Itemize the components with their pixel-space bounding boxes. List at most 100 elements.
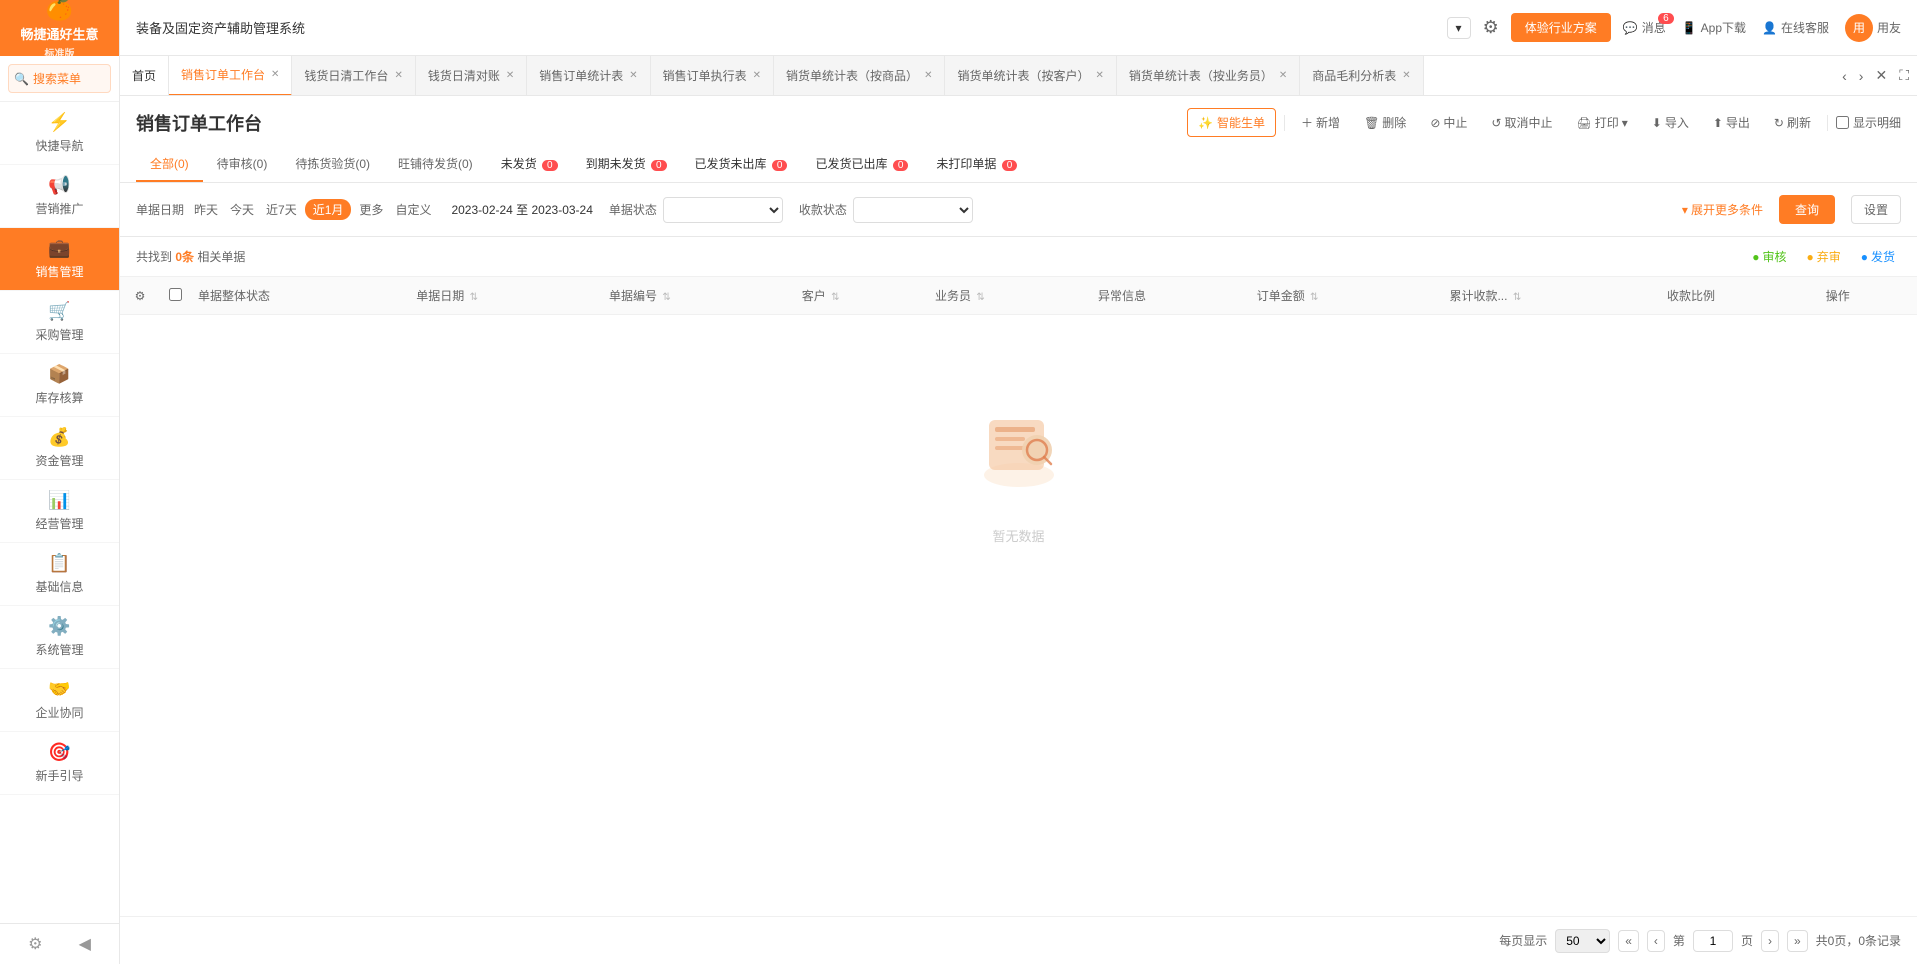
- collapse-button[interactable]: ◀: [79, 934, 91, 954]
- tab-cash-daily-close[interactable]: ✕: [394, 70, 402, 81]
- system-icon: ⚙️: [48, 616, 70, 637]
- settings-button[interactable]: ⚙: [28, 934, 42, 954]
- import-button[interactable]: ⬇ 导入: [1644, 110, 1697, 135]
- first-page-button[interactable]: «: [1618, 930, 1639, 952]
- audit-button[interactable]: ● 审核: [1746, 245, 1792, 268]
- tab-cash-reconcile[interactable]: 钱货日清对账 ✕: [416, 56, 527, 96]
- sidebar-item-system[interactable]: ⚙️ 系统管理: [0, 606, 119, 669]
- query-button[interactable]: 查询: [1779, 195, 1835, 224]
- tab-scroll-right[interactable]: ›: [1855, 66, 1868, 86]
- tab-product-margin[interactable]: 商品毛利分析表 ✕: [1300, 56, 1423, 96]
- sidebar-search[interactable]: 🔍 搜索菜单: [0, 56, 119, 102]
- expand-conditions-button[interactable]: ▾ 展开更多条件: [1682, 201, 1763, 218]
- add-button[interactable]: ＋ 新增: [1293, 110, 1348, 135]
- tab-home[interactable]: 首页: [120, 56, 169, 96]
- select-all-checkbox[interactable]: [169, 288, 182, 301]
- tab-sales-workbench-close[interactable]: ✕: [271, 69, 279, 80]
- sidebar-item-finance[interactable]: 💰 资金管理: [0, 417, 119, 480]
- sidebar-item-guide[interactable]: 🎯 新手引导: [0, 732, 119, 795]
- receipt-status-select[interactable]: [853, 197, 973, 223]
- tab-summary-customer-close[interactable]: ✕: [1095, 70, 1103, 81]
- service-icon: 👤: [1762, 21, 1777, 35]
- col-number-sort-icon[interactable]: ⇅: [662, 292, 670, 303]
- filter-tab-pending-review[interactable]: 待审核(0): [203, 147, 282, 182]
- tab-close-all[interactable]: ✕: [1871, 65, 1891, 86]
- refresh-button[interactable]: ↻ 刷新: [1766, 110, 1819, 135]
- unaudit-button[interactable]: ● 弃审: [1800, 245, 1846, 268]
- sidebar-item-operations[interactable]: 📊 经营管理: [0, 480, 119, 543]
- smart-create-button[interactable]: ✨ 智能生单: [1187, 108, 1276, 137]
- show-detail-input[interactable]: [1836, 116, 1849, 129]
- col-staff-sort-icon[interactable]: ⇅: [976, 292, 984, 303]
- sidebar-item-cooperation[interactable]: 🤝 企业协同: [0, 669, 119, 732]
- print-button[interactable]: 🖨 打印 ▾: [1568, 110, 1635, 135]
- sidebar-item-quick-nav[interactable]: ⚡ 快捷导航: [0, 102, 119, 165]
- tab-product-margin-close[interactable]: ✕: [1402, 70, 1410, 81]
- sidebar-item-inventory[interactable]: 📦 库存核算: [0, 354, 119, 417]
- page-size-select[interactable]: 50 10 20 100: [1555, 929, 1610, 953]
- tab-sales-stats[interactable]: 销售订单统计表 ✕: [527, 56, 650, 96]
- shortcut-custom[interactable]: 自定义: [391, 199, 435, 220]
- app-download-button[interactable]: 📱 App下载: [1682, 19, 1746, 36]
- sidebar-item-purchase[interactable]: 🛒 采购管理: [0, 291, 119, 354]
- col-settings-icon[interactable]: ⚙: [135, 289, 146, 303]
- shortcut-yesterday[interactable]: 昨天: [190, 199, 222, 220]
- deliver-button[interactable]: ● 发货: [1855, 245, 1901, 268]
- page-title: 销售订单工作台: [136, 110, 262, 136]
- shortcut-today[interactable]: 今天: [226, 199, 258, 220]
- tab-cash-daily[interactable]: 钱货日清工作台 ✕: [292, 56, 415, 96]
- tab-sales-exec[interactable]: 销售订单执行表 ✕: [651, 56, 774, 96]
- filter-tab-all[interactable]: 全部(0): [136, 147, 203, 182]
- tab-sales-stats-close[interactable]: ✕: [629, 70, 637, 81]
- tab-summary-customer[interactable]: 销货单统计表（按客户） ✕: [945, 56, 1116, 96]
- stop-button[interactable]: ⊘ 中止: [1422, 110, 1475, 135]
- show-detail-checkbox[interactable]: 显示明细: [1836, 114, 1901, 131]
- col-date-sort-icon[interactable]: ⇅: [470, 292, 478, 303]
- page-word2: 页: [1741, 932, 1753, 949]
- table-toolbar-actions: ● 审核 ● 弃审 ● 发货: [1746, 245, 1901, 268]
- tab-scroll-left[interactable]: ‹: [1838, 66, 1851, 86]
- col-amount-sort-icon[interactable]: ⇅: [1310, 292, 1318, 303]
- filter-tab-not-shipped[interactable]: 未发货 0: [487, 147, 572, 182]
- export-button[interactable]: ⬆ 导出: [1705, 110, 1758, 135]
- filter-tab-pending-check[interactable]: 待拣货验货(0): [281, 147, 384, 182]
- message-button[interactable]: 💬 消息 6: [1623, 19, 1666, 36]
- tab-summary-product-close[interactable]: ✕: [924, 70, 932, 81]
- delete-button[interactable]: 🗑 删除: [1356, 110, 1414, 135]
- tab-sales-workbench[interactable]: 销售订单工作台 ✕: [169, 56, 292, 96]
- filter-tab-not-printed[interactable]: 未打印单据 0: [922, 147, 1031, 182]
- topbar-settings-icon[interactable]: ⚙: [1483, 17, 1499, 38]
- page-input[interactable]: [1693, 930, 1733, 952]
- tab-fullscreen[interactable]: ⛶: [1895, 65, 1913, 86]
- topbar-dropdown[interactable]: ▾: [1447, 17, 1471, 39]
- set-button[interactable]: 设置: [1851, 195, 1901, 224]
- sidebar-item-basic-info[interactable]: 📋 基础信息: [0, 543, 119, 606]
- next-page-button[interactable]: ›: [1761, 930, 1779, 952]
- table-header-row: ⚙ 单据整体状态 单据日期 ⇅: [120, 277, 1917, 315]
- search-menu-button[interactable]: 🔍 搜索菜单: [8, 64, 111, 93]
- last-page-button[interactable]: »: [1787, 930, 1808, 952]
- sidebar-item-sales[interactable]: 💼 销售管理: [0, 228, 119, 291]
- online-service-button[interactable]: 👤 在线客服: [1762, 19, 1829, 36]
- tab-summary-staff[interactable]: 销货单统计表（按业务员） ✕: [1117, 56, 1300, 96]
- tab-summary-product[interactable]: 销货单统计表（按商品） ✕: [774, 56, 945, 96]
- user-menu-button[interactable]: 用 用友: [1845, 14, 1901, 42]
- cancel-stop-button[interactable]: ↺ 取消中止: [1483, 110, 1560, 135]
- tab-cash-reconcile-close[interactable]: ✕: [506, 70, 514, 81]
- filter-tab-wangpu[interactable]: 旺铺待发货(0): [384, 147, 487, 182]
- col-customer-sort-icon[interactable]: ⇅: [831, 292, 839, 303]
- sidebar-item-marketing[interactable]: 📢 营销推广: [0, 165, 119, 228]
- filter-tab-shipped-out[interactable]: 已发货已出库 0: [801, 147, 922, 182]
- col-received-sort-icon[interactable]: ⇅: [1513, 292, 1521, 303]
- topbar-action-button[interactable]: 体验行业方案: [1511, 13, 1611, 42]
- tab-sales-exec-close[interactable]: ✕: [753, 70, 761, 81]
- filter-tab-shipped-out-label: 已发货已出库: [815, 157, 887, 171]
- shortcut-last1month[interactable]: 近1月: [305, 199, 352, 220]
- doc-status-select[interactable]: [663, 197, 783, 223]
- shortcut-more[interactable]: 更多: [355, 199, 387, 220]
- filter-tab-overdue[interactable]: 到期未发货 0: [572, 147, 681, 182]
- filter-tab-shipped-not-out[interactable]: 已发货未出库 0: [681, 147, 802, 182]
- prev-page-button[interactable]: ‹: [1647, 930, 1665, 952]
- tab-summary-staff-close[interactable]: ✕: [1279, 70, 1287, 81]
- shortcut-last7[interactable]: 近7天: [262, 199, 301, 220]
